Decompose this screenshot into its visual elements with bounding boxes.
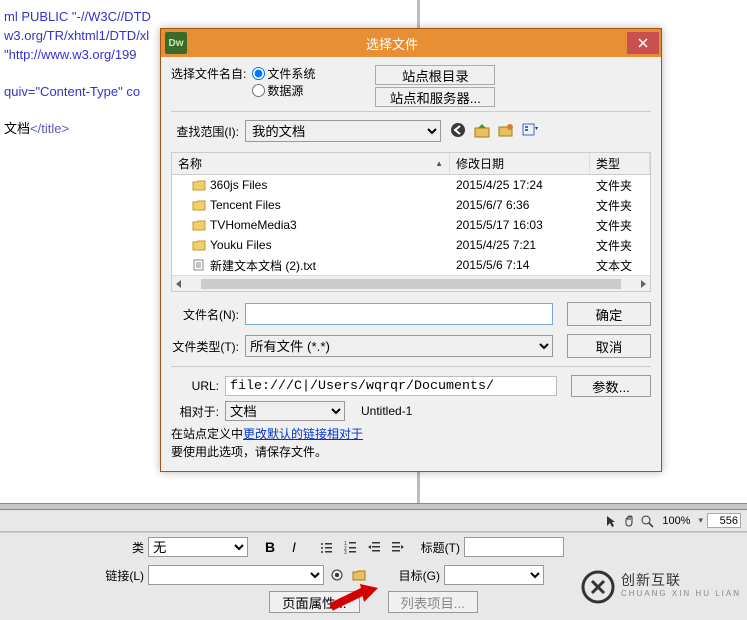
file-name: Tencent Files <box>210 198 281 212</box>
ul-button[interactable] <box>316 537 336 557</box>
folder-icon <box>192 219 206 231</box>
file-row[interactable]: 新建文本文档 (2).txt 2015/5/6 7:14文本文 <box>172 255 650 275</box>
cancel-button[interactable]: 取消 <box>567 334 651 358</box>
note-text: 在站点定义中更改默认的链接相对于 要使用此选项，请保存文件。 <box>171 425 651 461</box>
title-input[interactable] <box>464 537 564 557</box>
file-date: 2015/4/25 7:21 <box>450 238 590 252</box>
file-type: 文件夹 <box>590 197 650 214</box>
status-bar: 100% ▾ <box>0 510 747 532</box>
dialog-titlebar[interactable]: Dw 选择文件 <box>161 29 661 57</box>
list-item-button[interactable]: 列表项目... <box>388 591 478 613</box>
filetype-select[interactable]: 所有文件 (*.*) <box>245 335 553 357</box>
file-type: 文件夹 <box>590 217 650 234</box>
ok-button[interactable]: 确定 <box>567 302 651 326</box>
watermark-logo: 创新互联CHUANG XIN HU LIAN <box>581 570 741 604</box>
new-folder-icon[interactable] <box>497 121 515 142</box>
lookin-label: 查找范围(I): <box>171 123 245 140</box>
folder-icon <box>192 239 206 251</box>
params-button[interactable]: 参数... <box>571 375 651 397</box>
url-label: URL: <box>171 379 225 393</box>
column-date[interactable]: 修改日期 <box>450 153 590 174</box>
back-icon[interactable] <box>449 121 467 142</box>
site-root-button[interactable]: 站点根目录 <box>375 65 495 85</box>
file-list-hscroll[interactable] <box>172 275 650 291</box>
file-row[interactable]: 360js Files 2015/4/25 17:24文件夹 <box>172 175 650 195</box>
radio-filesystem[interactable]: 文件系统 <box>252 65 315 82</box>
bold-button[interactable]: B <box>260 537 280 557</box>
file-list: 名称▲ 修改日期 类型 360js Files2015/4/25 17:24文件… <box>171 152 651 292</box>
svg-text:3: 3 <box>344 550 347 554</box>
text-file-icon <box>192 259 206 271</box>
file-row[interactable]: TVHomeMedia3 2015/5/17 16:03文件夹 <box>172 215 650 235</box>
column-type[interactable]: 类型 <box>590 153 650 174</box>
app-icon: Dw <box>165 32 187 54</box>
relative-doc-name: Untitled-1 <box>361 404 412 418</box>
link-label: 链接(L) <box>104 567 144 584</box>
relative-label: 相对于: <box>171 403 225 420</box>
file-name: Youku Files <box>210 238 272 252</box>
zoom-level[interactable]: 100% <box>662 515 690 527</box>
change-default-link[interactable]: 更改默认的链接相对于 <box>243 427 363 441</box>
indent-button[interactable] <box>388 537 408 557</box>
file-date: 2015/4/25 17:24 <box>450 178 590 192</box>
lookin-select[interactable]: 我的文档 <box>245 120 441 142</box>
folder-icon <box>192 199 206 211</box>
file-type: 文本文 <box>590 257 650 274</box>
ol-button[interactable]: 123 <box>340 537 360 557</box>
close-button[interactable] <box>627 32 659 54</box>
file-name: 新建文本文档 (2).txt <box>210 257 316 274</box>
file-date: 2015/5/6 7:14 <box>450 258 590 272</box>
file-name: TVHomeMedia3 <box>210 218 297 232</box>
horizontal-splitter[interactable] <box>0 503 747 510</box>
relative-select[interactable]: 文档 <box>225 401 345 421</box>
up-folder-icon[interactable] <box>473 121 491 142</box>
filename-input[interactable] <box>245 303 553 325</box>
hand-tool-icon[interactable] <box>622 514 636 528</box>
file-name: 360js Files <box>210 178 267 192</box>
url-input[interactable] <box>225 376 557 396</box>
page-properties-button[interactable]: 页面属性... <box>269 591 359 613</box>
folder-icon <box>192 179 206 191</box>
file-date: 2015/6/7 6:36 <box>450 198 590 212</box>
view-menu-icon[interactable] <box>521 121 539 142</box>
file-row[interactable]: Youku Files 2015/4/25 7:21文件夹 <box>172 235 650 255</box>
filetype-label: 文件类型(T): <box>171 338 245 355</box>
pointer-tool-icon[interactable] <box>604 514 618 528</box>
zoom-dropdown-icon[interactable]: ▾ <box>698 515 703 526</box>
radio-datasource[interactable]: 数据源 <box>252 82 315 99</box>
title-label: 标题(T) <box>412 539 460 556</box>
outdent-button[interactable] <box>364 537 384 557</box>
class-select[interactable]: 无 <box>148 537 248 557</box>
filename-label: 文件名(N): <box>171 306 245 323</box>
file-row[interactable]: Tencent Files 2015/6/7 6:36文件夹 <box>172 195 650 215</box>
file-type: 文件夹 <box>590 177 650 194</box>
column-name[interactable]: 名称▲ <box>172 153 450 174</box>
source-label: 选择文件名自: <box>171 65 252 82</box>
file-type: 文件夹 <box>590 237 650 254</box>
target-label: 目标(G) <box>392 567 440 584</box>
point-to-file-icon[interactable] <box>328 566 346 584</box>
target-select[interactable] <box>444 565 544 585</box>
size-box[interactable] <box>707 513 741 528</box>
browse-folder-icon[interactable] <box>350 566 368 584</box>
file-date: 2015/5/17 16:03 <box>450 218 590 232</box>
file-chooser-dialog: Dw 选择文件 选择文件名自: 文件系统 数据源 站点根目录 站点和服务器...… <box>160 28 662 472</box>
zoom-tool-icon[interactable] <box>640 514 654 528</box>
site-server-button[interactable]: 站点和服务器... <box>375 87 495 107</box>
dialog-title: 选择文件 <box>187 34 627 53</box>
italic-button[interactable]: I <box>284 537 304 557</box>
link-select[interactable] <box>148 565 324 585</box>
class-label: 类 <box>104 539 144 556</box>
